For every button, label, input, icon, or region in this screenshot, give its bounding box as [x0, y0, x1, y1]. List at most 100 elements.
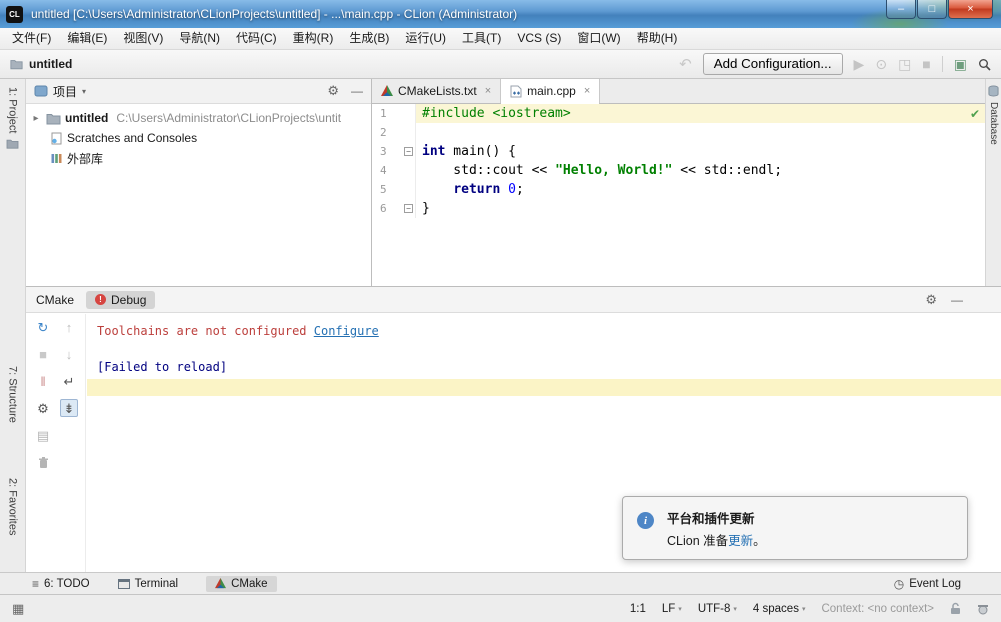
editor-tab-cmakelists[interactable]: CMakeLists.txt × — [372, 79, 501, 103]
tool-button-cmake[interactable]: CMake — [206, 576, 276, 592]
tool-button-project[interactable]: 1: Project — [0, 87, 25, 149]
code-text[interactable]: std::cout << "Hello, World!" << std::end… — [416, 161, 985, 180]
window-controls: – □ × — [885, 0, 993, 19]
tree-item-name: Scratches and Consoles — [67, 131, 197, 145]
line-number[interactable]: 1 — [372, 104, 402, 123]
menu-item-build[interactable]: 生成(B) — [341, 28, 397, 49]
tool-button-database[interactable]: Database — [986, 85, 1001, 145]
menu-item-help[interactable]: 帮助(H) — [629, 28, 686, 49]
tool-button-structure[interactable]: 7: Structure — [0, 366, 25, 423]
notification-body: CLion 准备更新。 — [667, 530, 766, 549]
tree-item-scratches[interactable]: Scratches and Consoles — [46, 128, 371, 148]
line-number[interactable]: 5 — [372, 180, 402, 199]
stop-icon[interactable]: ■ — [922, 57, 930, 71]
menu-item-refactor[interactable]: 重构(R) — [285, 28, 342, 49]
hide-panel-icon[interactable]: — — [951, 293, 963, 307]
inspection-ok-icon[interactable]: ✔ — [970, 107, 980, 121]
down-arrow-icon[interactable]: ↓ — [60, 345, 78, 363]
maximize-button[interactable]: □ — [917, 0, 947, 19]
code-line: 4 std::cout << "Hello, World!" << std::e… — [372, 161, 985, 180]
code-plain: std::cout << — [422, 163, 555, 178]
project-panel-actions: ⚙ — — [327, 83, 363, 99]
code-text[interactable]: #include <iostream> — [416, 104, 985, 123]
soft-wrap-icon[interactable]: ↵ — [60, 372, 78, 390]
line-number[interactable]: 4 — [372, 161, 402, 180]
code-text[interactable]: return 0; — [416, 180, 985, 199]
indent-widget[interactable]: 4 spaces▾ — [753, 603, 806, 615]
context-widget: Context: <no context> — [821, 603, 934, 615]
menu-item-edit[interactable]: 编辑(E) — [59, 28, 115, 49]
scroll-to-end-icon[interactable]: ⇟ — [60, 399, 78, 417]
reload-cmake-icon[interactable]: ↻ — [34, 318, 52, 336]
tab-close-icon[interactable]: × — [485, 85, 491, 97]
gear-icon[interactable]: ⚙ — [327, 83, 339, 99]
menu-item-window[interactable]: 窗口(W) — [569, 28, 628, 49]
code-text[interactable]: } — [416, 199, 985, 218]
tab-close-icon[interactable]: × — [584, 85, 590, 97]
settings-gear-icon[interactable]: ⚙ — [34, 399, 52, 417]
close-button[interactable]: × — [948, 0, 993, 19]
undo-icon[interactable]: ↶ — [679, 57, 692, 72]
project-panel-header: 项目 ▾ ⚙ — — [26, 79, 371, 104]
gutter-fold-area[interactable]: − — [402, 199, 416, 218]
hide-panel-icon[interactable]: — — [351, 84, 363, 98]
tool-button-event-log[interactable]: ◷ Event Log — [894, 578, 1001, 590]
caret-position-widget[interactable]: 1:1 — [630, 603, 646, 615]
gutter-fold-area[interactable] — [402, 104, 416, 123]
menu-item-code[interactable]: 代码(C) — [228, 28, 285, 49]
print-icon[interactable]: ▤ — [34, 426, 52, 444]
line-number[interactable]: 3 — [372, 142, 402, 161]
code-text[interactable]: int main() { — [416, 142, 985, 161]
project-view-title[interactable]: 项目 — [53, 83, 77, 100]
encoding-widget[interactable]: UTF-8▾ — [698, 603, 737, 615]
fold-marker-icon[interactable]: − — [404, 204, 413, 213]
clear-all-icon[interactable] — [34, 453, 52, 471]
fold-marker-icon[interactable]: − — [404, 147, 413, 156]
gear-icon[interactable]: ⚙ — [925, 292, 937, 308]
search-everywhere-icon[interactable] — [978, 58, 991, 71]
line-number[interactable]: 2 — [372, 123, 402, 142]
tool-button-favorites[interactable]: 2: Favorites — [0, 478, 25, 535]
expand-arrow-icon[interactable]: ▸ — [30, 113, 42, 124]
run-icon[interactable]: ▶ — [854, 57, 865, 71]
menu-item-view[interactable]: 视图(V) — [115, 28, 171, 49]
lock-icon[interactable] — [950, 602, 961, 615]
update-link[interactable]: 更新 — [728, 534, 753, 548]
add-configuration-button[interactable]: Add Configuration... — [703, 53, 843, 75]
cmake-tab-debug[interactable]: ! Debug — [86, 291, 155, 309]
pause-output-icon[interactable]: ‖ — [34, 372, 52, 390]
update-notification-balloon[interactable]: i 平台和插件更新 CLion 准备更新。 — [622, 496, 968, 560]
menu-item-tools[interactable]: 工具(T) — [454, 28, 509, 49]
cmake-panel-title[interactable]: CMake — [36, 293, 74, 307]
tool-button-todo[interactable]: ≡ 6: TODO — [32, 578, 90, 590]
hector-inspections-icon[interactable] — [977, 603, 989, 615]
tree-item-external-libraries[interactable]: 外部库 — [46, 148, 371, 168]
debug-icon[interactable]: ⊙ — [875, 57, 887, 71]
code-editor[interactable]: 1 #include <iostream> 2 3 − int main() {… — [372, 104, 985, 286]
chevron-down-icon[interactable]: ▾ — [82, 87, 86, 96]
stop-icon[interactable]: ■ — [34, 345, 52, 363]
code-text[interactable] — [416, 123, 985, 142]
coverage-icon[interactable]: ◳ — [898, 57, 911, 71]
gutter-fold-area[interactable] — [402, 180, 416, 199]
configure-link[interactable]: Configure — [314, 324, 379, 338]
minimize-button[interactable]: – — [886, 0, 916, 19]
line-number[interactable]: 6 — [372, 199, 402, 218]
toolwindow-layout-icon[interactable]: ▣ — [954, 57, 967, 71]
menu-item-run[interactable]: 运行(U) — [397, 28, 454, 49]
up-arrow-icon[interactable]: ↑ — [60, 318, 78, 336]
menu-item-vcs[interactable]: VCS (S) — [509, 28, 569, 49]
gutter-fold-area[interactable] — [402, 123, 416, 142]
project-panel: 项目 ▾ ⚙ — ▸ untitled C:\Users\Administrat… — [26, 79, 372, 286]
menu-item-navigate[interactable]: 导航(N) — [171, 28, 228, 49]
menu-item-file[interactable]: 文件(F) — [4, 28, 59, 49]
editor-tab-bar: CMakeLists.txt × main.cpp × — [372, 79, 985, 104]
gutter-fold-area[interactable] — [402, 161, 416, 180]
tool-button-terminal[interactable]: Terminal — [118, 578, 178, 590]
project-stripe-label: 1: Project — [7, 87, 19, 133]
gutter-fold-area[interactable]: − — [402, 142, 416, 161]
tree-item-project-root[interactable]: ▸ untitled C:\Users\Administrator\CLionP… — [26, 108, 371, 128]
toggle-toolwindows-icon[interactable]: ▦ — [12, 602, 24, 615]
line-ending-widget[interactable]: LF▾ — [662, 603, 682, 615]
editor-tab-maincpp[interactable]: main.cpp × — [501, 79, 600, 103]
